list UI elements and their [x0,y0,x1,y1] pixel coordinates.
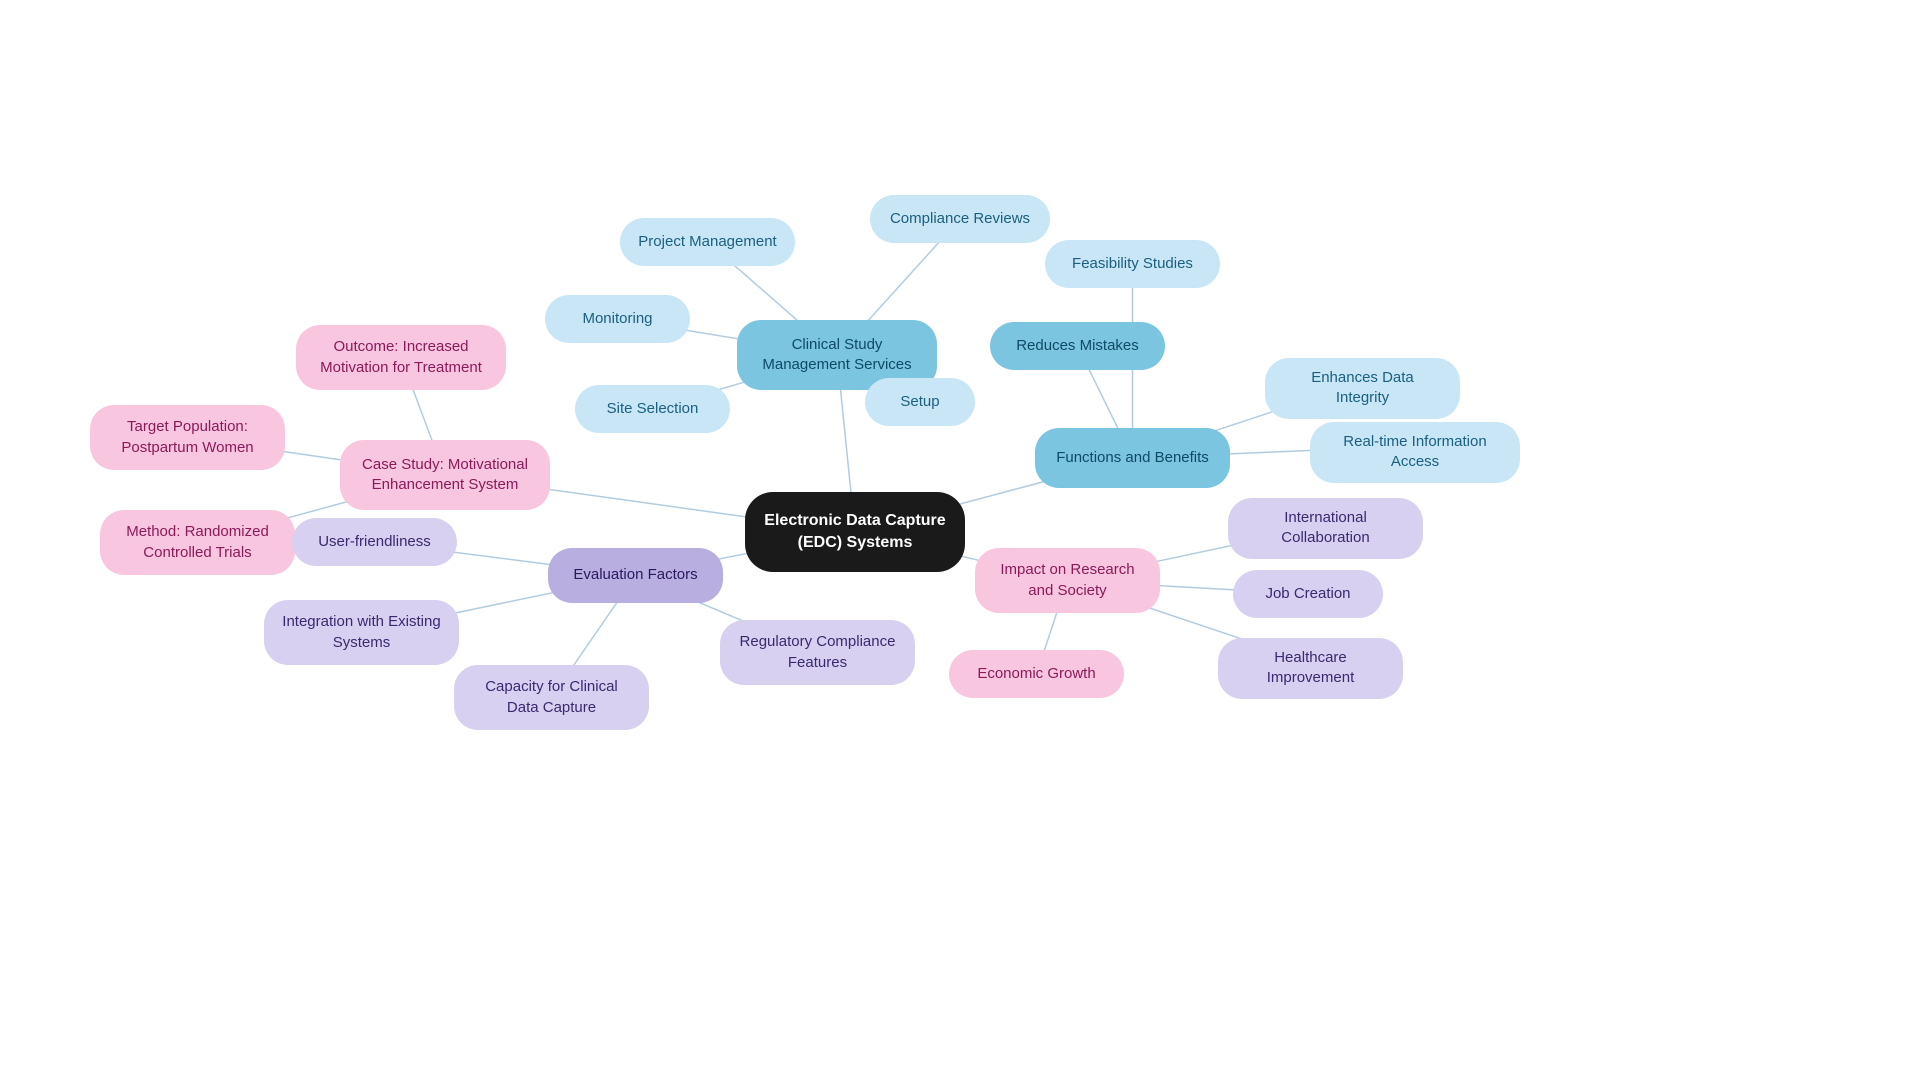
node-method: Method: Randomized Controlled Trials [100,510,295,575]
center-node: Electronic Data Capture (EDC) Systems [745,492,965,572]
node-functions-benefits: Functions and Benefits [1035,428,1230,488]
node-compliance-reviews: Compliance Reviews [870,195,1050,243]
node-international: International Collaboration [1228,498,1423,559]
node-reduces-mistakes: Reduces Mistakes [990,322,1165,370]
node-evaluation-factors: Evaluation Factors [548,548,723,603]
node-user-friendliness: User-friendliness [292,518,457,566]
node-outcome: Outcome: Increased Motivation for Treatm… [296,325,506,390]
node-realtime-info: Real-time Information Access [1310,422,1520,483]
node-monitoring: Monitoring [545,295,690,343]
node-feasibility-studies: Feasibility Studies [1045,240,1220,288]
node-target-population: Target Population: Postpartum Women [90,405,285,470]
node-enhances-integrity: Enhances Data Integrity [1265,358,1460,419]
node-job-creation: Job Creation [1233,570,1383,618]
node-project-management: Project Management [620,218,795,266]
node-regulatory: Regulatory Compliance Features [720,620,915,685]
node-economic-growth: Economic Growth [949,650,1124,698]
node-setup: Setup [865,378,975,426]
node-impact-society: Impact on Research and Society [975,548,1160,613]
node-case-study: Case Study: Motivational Enhancement Sys… [340,440,550,510]
node-integration: Integration with Existing Systems [264,600,459,665]
node-site-selection: Site Selection [575,385,730,433]
node-healthcare: Healthcare Improvement [1218,638,1403,699]
node-capacity: Capacity for Clinical Data Capture [454,665,649,730]
